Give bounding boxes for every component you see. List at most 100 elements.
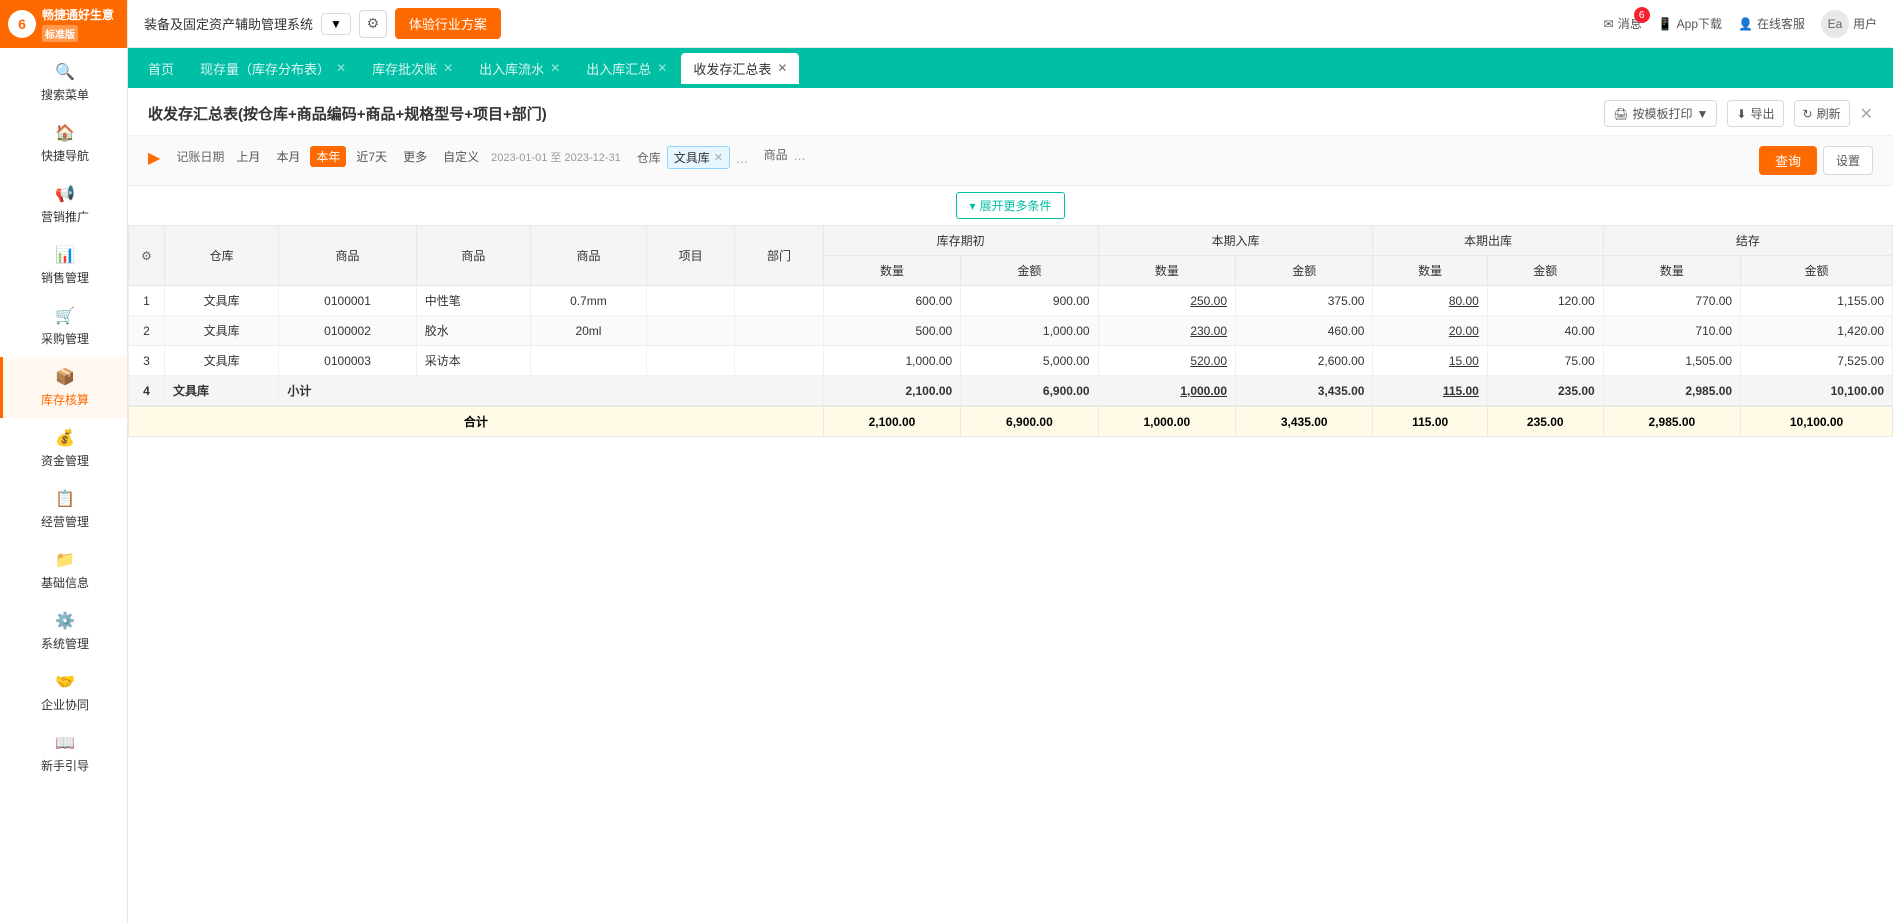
sidebar-item-guide[interactable]: 📖新手引导 <box>0 723 127 784</box>
tab-recv-send[interactable]: 收发存汇总表✕ <box>681 53 799 84</box>
sub-col-init-amt: 金额 <box>961 256 1098 286</box>
warehouse-tag-close[interactable]: ✕ <box>714 151 723 164</box>
tab-close-summary[interactable]: ✕ <box>657 61 667 75</box>
row-spec <box>531 346 647 376</box>
sidebar-tag: 标准版 <box>42 25 78 42</box>
expand-conditions-button[interactable]: ▾ 展开更多条件 <box>956 192 1064 219</box>
system-dropdown[interactable]: ▼ <box>321 13 351 35</box>
page-close-button[interactable]: ✕ <box>1860 104 1873 124</box>
tab-label: 库存批次账 <box>372 59 437 78</box>
support-label: 在线客服 <box>1757 15 1805 32</box>
row-in-qty[interactable]: 230.00 <box>1098 316 1235 346</box>
refresh-button[interactable]: ↻ 刷新 <box>1794 100 1850 127</box>
date-option-上月[interactable]: 上月 <box>230 146 266 167</box>
subtotal-out-qty: 115.00 <box>1373 376 1487 407</box>
purchase-icon: 🛒 <box>55 306 75 326</box>
sub-col-out-qty: 数量 <box>1373 256 1487 286</box>
date-option-自定义[interactable]: 自定义 <box>437 146 485 167</box>
row-spec: 20ml <box>531 316 647 346</box>
warehouse-tag[interactable]: 文具库 ✕ <box>667 146 730 169</box>
user-button[interactable]: Ea 用户 <box>1821 10 1877 38</box>
sidebar-item-search[interactable]: 🔍搜索菜单 <box>0 52 127 113</box>
marketing-icon: 📢 <box>55 184 75 204</box>
row-out-qty[interactable]: 80.00 <box>1373 286 1487 316</box>
sidebar-item-basic[interactable]: 📁基础信息 <box>0 540 127 601</box>
row-code: 0100002 <box>279 316 416 346</box>
row-out-qty[interactable]: 15.00 <box>1373 346 1487 376</box>
row-bal-qty: 770.00 <box>1603 286 1740 316</box>
data-table: ⚙ 仓库 商品 商品 商品 项目 部门 库存期初 本期入库 本期出库 结存 数量 <box>128 225 1893 437</box>
row-name: 胶水 <box>416 316 530 346</box>
settings-button[interactable]: ⚙ <box>359 10 387 38</box>
row-out-qty[interactable]: 20.00 <box>1373 316 1487 346</box>
content-area: 收发存汇总表(按仓库+商品编码+商品+规格型号+项目+部门) 🖨 按模板打印 ▼… <box>128 88 1893 923</box>
export-button[interactable]: ⬇ 导出 <box>1727 100 1783 127</box>
date-option-本月[interactable]: 本月 <box>270 146 306 167</box>
table-row: 2 文具库 0100002 胶水 20ml 500.00 1,000.00 23… <box>129 316 1893 346</box>
table-header-group: ⚙ 仓库 商品 商品 商品 项目 部门 库存期初 本期入库 本期出库 结存 <box>129 226 1893 256</box>
row-out-amt: 120.00 <box>1487 286 1603 316</box>
refresh-icon: ↻ <box>1803 107 1813 121</box>
trial-button[interactable]: 体验行业方案 <box>395 8 501 39</box>
total-out-qty: 115.00 <box>1373 406 1487 437</box>
row-bal-amt: 1,155.00 <box>1741 286 1893 316</box>
sidebar-item-label: 新手引导 <box>41 757 89 774</box>
sidebar-item-inventory[interactable]: 📦库存核算 <box>0 357 127 418</box>
row-project <box>646 286 734 316</box>
date-option-本年[interactable]: 本年 <box>310 146 346 167</box>
subtotal-out-amt: 235.00 <box>1487 376 1603 407</box>
date-option-近7天[interactable]: 近7天 <box>350 146 393 167</box>
sidebar-item-marketing[interactable]: 📢营销推广 <box>0 174 127 235</box>
filter-collapse-button[interactable]: ▶ <box>148 148 160 168</box>
sidebar-item-purchase[interactable]: 🛒 采购管理 <box>0 296 127 357</box>
tab-close-inventory-dist[interactable]: ✕ <box>336 61 346 75</box>
app-download-button[interactable]: 📱 App下载 <box>1658 15 1722 32</box>
goods-label: 商品 <box>764 146 788 163</box>
row-warehouse: 文具库 <box>165 316 279 346</box>
print-button[interactable]: 🖨 按模板打印 ▼ <box>1604 100 1717 127</box>
online-support-button[interactable]: 👤 在线客服 <box>1738 15 1805 32</box>
sidebar-item-operations[interactable]: 📋经营管理 <box>0 479 127 540</box>
column-settings-icon[interactable]: ⚙ <box>129 226 165 286</box>
warehouse-more[interactable]: ... <box>736 150 748 166</box>
col-header-in-stock: 本期入库 <box>1098 226 1373 256</box>
sidebar-item-sales[interactable]: 📊销售管理 <box>0 235 127 296</box>
subtotal-row: 4 文具库 小计 2,100.00 6,900.00 1,000.00 3,43… <box>129 376 1893 407</box>
row-init-amt: 5,000.00 <box>961 346 1098 376</box>
filter-settings-button[interactable]: 设置 <box>1823 146 1873 175</box>
message-button[interactable]: ✉ 消息 6 <box>1604 15 1642 32</box>
date-option-更多[interactable]: 更多 <box>397 146 433 167</box>
total-init-amt: 6,900.00 <box>961 406 1098 437</box>
sidebar-item-label: 资金管理 <box>41 452 89 469</box>
subtotal-no: 4 <box>129 376 165 407</box>
row-in-qty[interactable]: 250.00 <box>1098 286 1235 316</box>
row-in-qty[interactable]: 520.00 <box>1098 346 1235 376</box>
query-button[interactable]: 查询 <box>1759 146 1817 175</box>
tab-summary[interactable]: 出入库汇总✕ <box>574 53 679 84</box>
tab-close-batch-ledger[interactable]: ✕ <box>443 61 453 75</box>
tab-inventory-dist[interactable]: 现存量（库存分布表） ✕ <box>188 53 358 84</box>
row-dept <box>735 316 823 346</box>
message-badge: 6 <box>1634 7 1650 23</box>
date-range: 2023-01-01 至 2023-12-31 <box>491 149 621 165</box>
sidebar-item-finance[interactable]: 💰资金管理 <box>0 418 127 479</box>
sidebar-item-system[interactable]: ⚙️系统管理 <box>0 601 127 662</box>
tab-close-recv-send[interactable]: ✕ <box>777 61 787 75</box>
support-icon: 👤 <box>1738 17 1753 31</box>
sidebar-item-collab[interactable]: 🤝企业协同 <box>0 662 127 723</box>
logo-text: 畅捷通好生意 <box>42 6 114 23</box>
sub-col-init-qty: 数量 <box>823 256 960 286</box>
row-init-qty: 500.00 <box>823 316 960 346</box>
subtotal-label: 小计 <box>279 376 823 407</box>
col-header-project: 项目 <box>646 226 734 286</box>
goods-more[interactable]: ... <box>794 147 806 163</box>
col-header-spec: 商品 <box>531 226 647 286</box>
tab-home[interactable]: 首页 <box>136 53 186 84</box>
tab-batch-ledger[interactable]: 库存批次账 ✕ <box>360 53 465 84</box>
tab-label: 现存量（库存分布表） <box>200 59 330 78</box>
sidebar-item-quick-nav[interactable]: 🏠快捷导航 <box>0 113 127 174</box>
tab-close-flow[interactable]: ✕ <box>550 61 560 75</box>
total-bal-qty: 2,985.00 <box>1603 406 1740 437</box>
tab-flow[interactable]: 出入库流水✕ <box>467 53 572 84</box>
sidebar-item-label: 采购管理 <box>41 330 89 347</box>
